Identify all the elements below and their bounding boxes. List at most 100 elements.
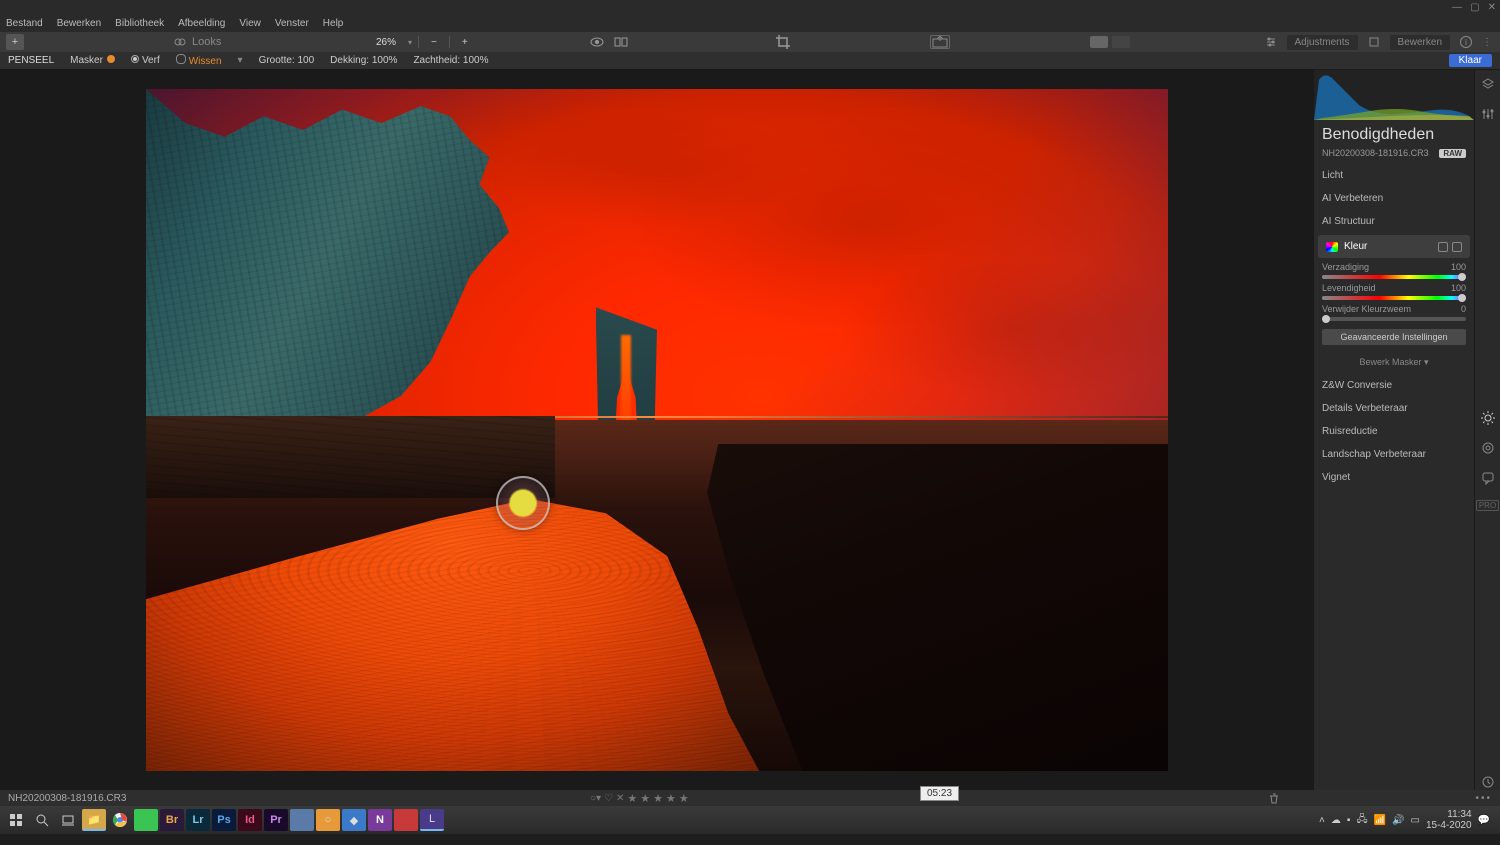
tray-onedrive-icon[interactable]: ☁ — [1331, 815, 1341, 826]
info-icon[interactable]: i — [1460, 36, 1472, 48]
taskbar-indesign-icon[interactable]: Id — [238, 809, 262, 831]
eye-preview-icon[interactable] — [590, 36, 604, 48]
flag-icon[interactable]: ♡ — [604, 793, 613, 804]
star-4[interactable]: ★ — [666, 792, 676, 805]
brush-softness-field[interactable]: Zachtheid: 100% — [413, 55, 488, 66]
star-2[interactable]: ★ — [640, 792, 650, 805]
section-landscape[interactable]: Landschap Verbeteraar — [1314, 443, 1474, 466]
taskbar-luminar-icon[interactable]: L — [420, 809, 444, 831]
menu-help[interactable]: Help — [323, 18, 344, 29]
flag-reject-icon[interactable]: ✕ — [616, 793, 624, 804]
taskbar-explorer-icon[interactable]: 📁 — [82, 809, 106, 831]
brush-size-field[interactable]: Grootte: 100 — [259, 55, 315, 66]
star-5[interactable]: ★ — [679, 792, 689, 805]
section-details[interactable]: Details Verbeteraar — [1314, 397, 1474, 420]
section-visibility-icon[interactable] — [1452, 242, 1462, 252]
export-icon[interactable] — [930, 35, 950, 49]
looks-label[interactable]: Looks — [192, 36, 221, 48]
star-3[interactable]: ★ — [653, 792, 663, 805]
start-button[interactable] — [4, 809, 28, 831]
taskbar-app-green-icon[interactable] — [134, 809, 158, 831]
mode-paint-radio[interactable]: Verf — [131, 55, 160, 66]
zoom-percentage[interactable]: 26% — [370, 36, 402, 49]
compare-icon[interactable] — [614, 36, 628, 48]
photo-canvas[interactable] — [146, 89, 1168, 771]
mask-color-swatch[interactable] — [107, 55, 115, 63]
taskbar-bridge-icon[interactable]: Br — [160, 809, 184, 831]
section-reset-icon[interactable] — [1438, 242, 1448, 252]
crop-icon[interactable] — [776, 35, 790, 49]
menu-window[interactable]: Venster — [275, 18, 309, 29]
tab-adjustments[interactable]: Adjustments — [1287, 35, 1358, 50]
tray-network-icon[interactable]: 🖧 — [1356, 812, 1367, 829]
tray-wifi-icon[interactable]: 📶 — [1374, 815, 1386, 826]
toolbar-menu-icon[interactable]: ⋮ — [1482, 37, 1492, 48]
tray-volume-icon[interactable]: 🔊 — [1392, 815, 1404, 826]
rail-pro-badge[interactable]: PRO — [1476, 500, 1499, 511]
tray-chevron-icon[interactable]: ˄ — [1319, 815, 1325, 826]
taskbar-photoshop-icon[interactable]: Ps — [212, 809, 236, 831]
add-button[interactable]: + — [6, 34, 24, 50]
taskbar-taskview-icon[interactable] — [56, 809, 80, 831]
trash-icon[interactable] — [1268, 792, 1280, 804]
looks-icon[interactable] — [174, 36, 186, 48]
rail-adjustments-icon[interactable] — [1480, 106, 1496, 122]
taskbar-app-blue-icon[interactable]: ◆ — [342, 809, 366, 831]
window-minimize-button[interactable]: — — [1452, 2, 1462, 13]
mask-label[interactable]: Masker — [70, 55, 115, 66]
taskbar-onenote-icon[interactable]: N — [368, 809, 392, 831]
advanced-settings-button[interactable]: Geavanceerde Instellingen — [1322, 329, 1466, 345]
taskbar-app-red-icon[interactable] — [394, 809, 418, 831]
taskbar-search-icon[interactable] — [30, 809, 54, 831]
zoom-dropdown-icon[interactable]: ▾ — [408, 38, 412, 47]
menu-library[interactable]: Bibliotheek — [115, 18, 164, 29]
status-more-icon[interactable]: ••• — [1475, 793, 1492, 804]
zoom-in-button[interactable]: + — [456, 37, 474, 48]
section-bw[interactable]: Z&W Conversie — [1314, 374, 1474, 397]
brush-cursor — [496, 476, 550, 530]
edit-mask-button[interactable]: Bewerk Masker ▾ — [1322, 354, 1466, 371]
section-ai-enhance[interactable]: AI Verbeteren — [1314, 187, 1474, 210]
tray-language-icon[interactable]: ▭ — [1411, 815, 1420, 826]
section-light[interactable]: Licht — [1314, 164, 1474, 187]
rail-layers-icon[interactable] — [1480, 76, 1496, 92]
tab-bewerken[interactable]: Bewerken — [1390, 35, 1450, 50]
view-mode-grid[interactable] — [1090, 36, 1108, 48]
zoom-out-button[interactable]: − — [425, 37, 443, 48]
window-maximize-button[interactable]: ▢ — [1470, 2, 1479, 13]
section-noise[interactable]: Ruisreductie — [1314, 420, 1474, 443]
section-color[interactable]: Kleur — [1318, 235, 1470, 258]
slider-saturation[interactable]: Verzadiging100 — [1314, 260, 1474, 281]
histogram[interactable] — [1314, 70, 1474, 120]
mode-erase-radio[interactable]: Wissen — [176, 54, 222, 67]
tray-notifications-icon[interactable]: 💬 — [1478, 815, 1490, 826]
menu-view[interactable]: View — [239, 18, 261, 29]
taskbar-premiere-icon[interactable]: Pr — [264, 809, 288, 831]
canvas-viewport[interactable] — [0, 70, 1314, 790]
panel-title: Benodigdheden — [1314, 120, 1474, 146]
tray-app-icon[interactable]: ▪ — [1347, 815, 1351, 826]
window-close-button[interactable]: ✕ — [1488, 2, 1496, 13]
star-1[interactable]: ★ — [627, 792, 637, 805]
menu-edit[interactable]: Bewerken — [57, 18, 101, 29]
slider-remove-cast[interactable]: Verwijder Kleurzweem0 — [1314, 302, 1474, 323]
taskbar-clock[interactable]: 11:34 15-4-2020 — [1426, 809, 1472, 831]
rail-history-icon[interactable] — [1480, 774, 1496, 790]
menu-image[interactable]: Afbeelding — [178, 18, 225, 29]
taskbar-lightroom-icon[interactable]: Lr — [186, 809, 210, 831]
rail-sun-icon[interactable] — [1480, 410, 1496, 426]
section-vignette[interactable]: Vignet — [1314, 466, 1474, 489]
view-mode-single[interactable] — [1112, 36, 1130, 48]
done-button[interactable]: Klaar — [1449, 54, 1492, 67]
taskbar-app-orange-icon[interactable]: ○ — [316, 809, 340, 831]
section-ai-structure[interactable]: AI Structuur — [1314, 210, 1474, 233]
rail-chat-icon[interactable] — [1480, 470, 1496, 486]
color-label-icon[interactable]: ○▾ — [590, 793, 601, 804]
slider-vibrance[interactable]: Levendigheid100 — [1314, 281, 1474, 302]
taskbar-chrome-icon[interactable] — [108, 809, 132, 831]
rail-target-icon[interactable] — [1480, 440, 1496, 456]
rating-controls[interactable]: ○▾ ♡ ✕ ★ ★ ★ ★ ★ — [590, 792, 689, 805]
taskbar-app-icon[interactable] — [290, 809, 314, 831]
menu-file[interactable]: Bestand — [6, 18, 43, 29]
brush-opacity-field[interactable]: Dekking: 100% — [330, 55, 397, 66]
